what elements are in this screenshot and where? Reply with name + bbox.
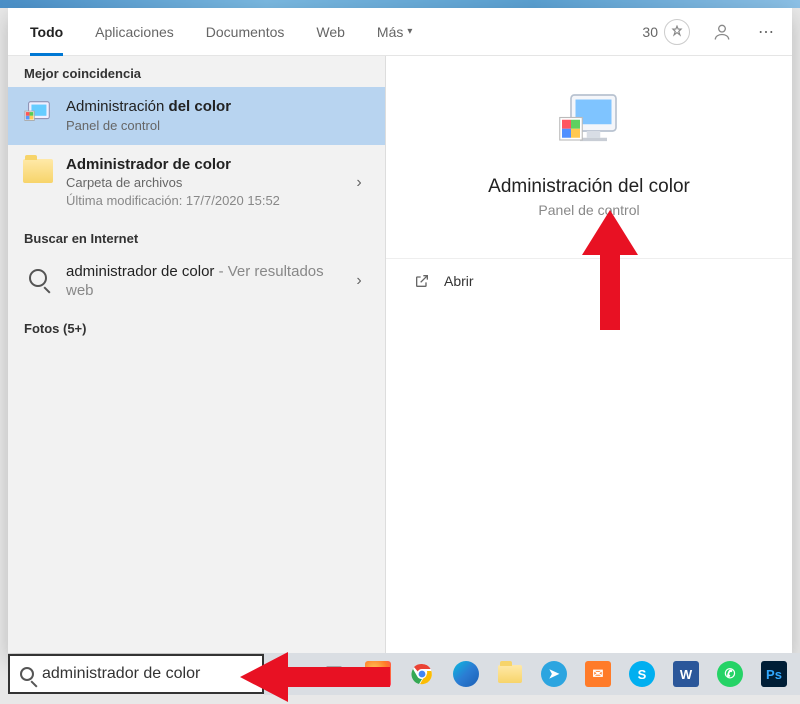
tab-web[interactable]: Web <box>302 8 359 56</box>
rewards-points: 30 <box>642 24 658 40</box>
user-account-icon[interactable] <box>706 16 738 48</box>
search-internet-header: Buscar en Internet <box>8 221 385 252</box>
result-title: Administrador de color <box>66 155 335 175</box>
open-external-icon <box>414 273 430 289</box>
result-color-management[interactable]: Administración del color Panel de contro… <box>8 87 385 145</box>
color-management-icon <box>22 97 54 129</box>
result-modified: Última modificación: 17/7/2020 15:52 <box>66 192 335 210</box>
search-panel: Todo Aplicaciones Documentos Web Más ▾ 30… <box>8 8 792 653</box>
preview-title: Administración del color <box>488 176 690 198</box>
taskbar-whatsapp[interactable]: ✆ <box>710 654 750 694</box>
result-color-manager-folder[interactable]: Administrador de color Carpeta de archiv… <box>8 145 385 221</box>
result-subtitle: Panel de control <box>66 117 371 135</box>
tab-more[interactable]: Más ▾ <box>363 8 426 56</box>
taskbar-edge[interactable] <box>446 654 486 694</box>
rewards-counter[interactable]: 30 <box>636 19 696 45</box>
search-icon <box>22 262 54 294</box>
taskbar-telegram[interactable]: ➤ <box>534 654 574 694</box>
results-column: Mejor coincidencia Administración del co… <box>8 56 386 653</box>
tab-all[interactable]: Todo <box>16 8 77 56</box>
annotation-arrow-up <box>580 210 640 330</box>
tab-more-label: Más <box>377 24 403 40</box>
preview-column: Administración del color Panel de contro… <box>386 56 792 653</box>
options-ellipsis-icon[interactable]: ⋯ <box>748 22 784 42</box>
taskbar-file-explorer[interactable] <box>490 654 530 694</box>
preview-app-icon <box>553 86 625 158</box>
taskbar-skype[interactable]: S <box>622 654 662 694</box>
folder-icon <box>22 155 54 187</box>
taskbar-chrome[interactable] <box>402 654 442 694</box>
search-input[interactable] <box>42 665 252 683</box>
taskbar-thunderbird[interactable]: ✉ <box>578 654 618 694</box>
best-match-header: Mejor coincidencia <box>8 56 385 87</box>
chevron-right-icon[interactable]: › <box>347 272 371 290</box>
search-content: Mejor coincidencia Administración del co… <box>8 56 792 653</box>
result-title: Administración del color <box>66 97 371 117</box>
start-search-box[interactable] <box>8 654 264 694</box>
photos-header: Fotos (5+) <box>8 311 385 342</box>
search-tabs: Todo Aplicaciones Documentos Web Más ▾ 30… <box>8 8 792 56</box>
annotation-arrow-left <box>240 650 390 704</box>
chevron-down-icon: ▾ <box>407 26 412 37</box>
result-title: administrador de color - Ver resultados … <box>66 262 335 301</box>
rewards-badge-icon <box>664 19 690 45</box>
taskbar-area: ➤ ✉ S W ✆ Ps <box>8 653 800 695</box>
tab-documents[interactable]: Documentos <box>192 8 299 56</box>
result-subtitle: Carpeta de archivos <box>66 174 335 192</box>
taskbar-photoshop[interactable]: Ps <box>754 654 794 694</box>
tab-apps[interactable]: Aplicaciones <box>81 8 188 56</box>
open-label: Abrir <box>444 273 474 289</box>
search-icon <box>20 667 34 681</box>
result-search-web[interactable]: administrador de color - Ver resultados … <box>8 252 385 311</box>
taskbar-word[interactable]: W <box>666 654 706 694</box>
chevron-right-icon[interactable]: › <box>347 174 371 192</box>
